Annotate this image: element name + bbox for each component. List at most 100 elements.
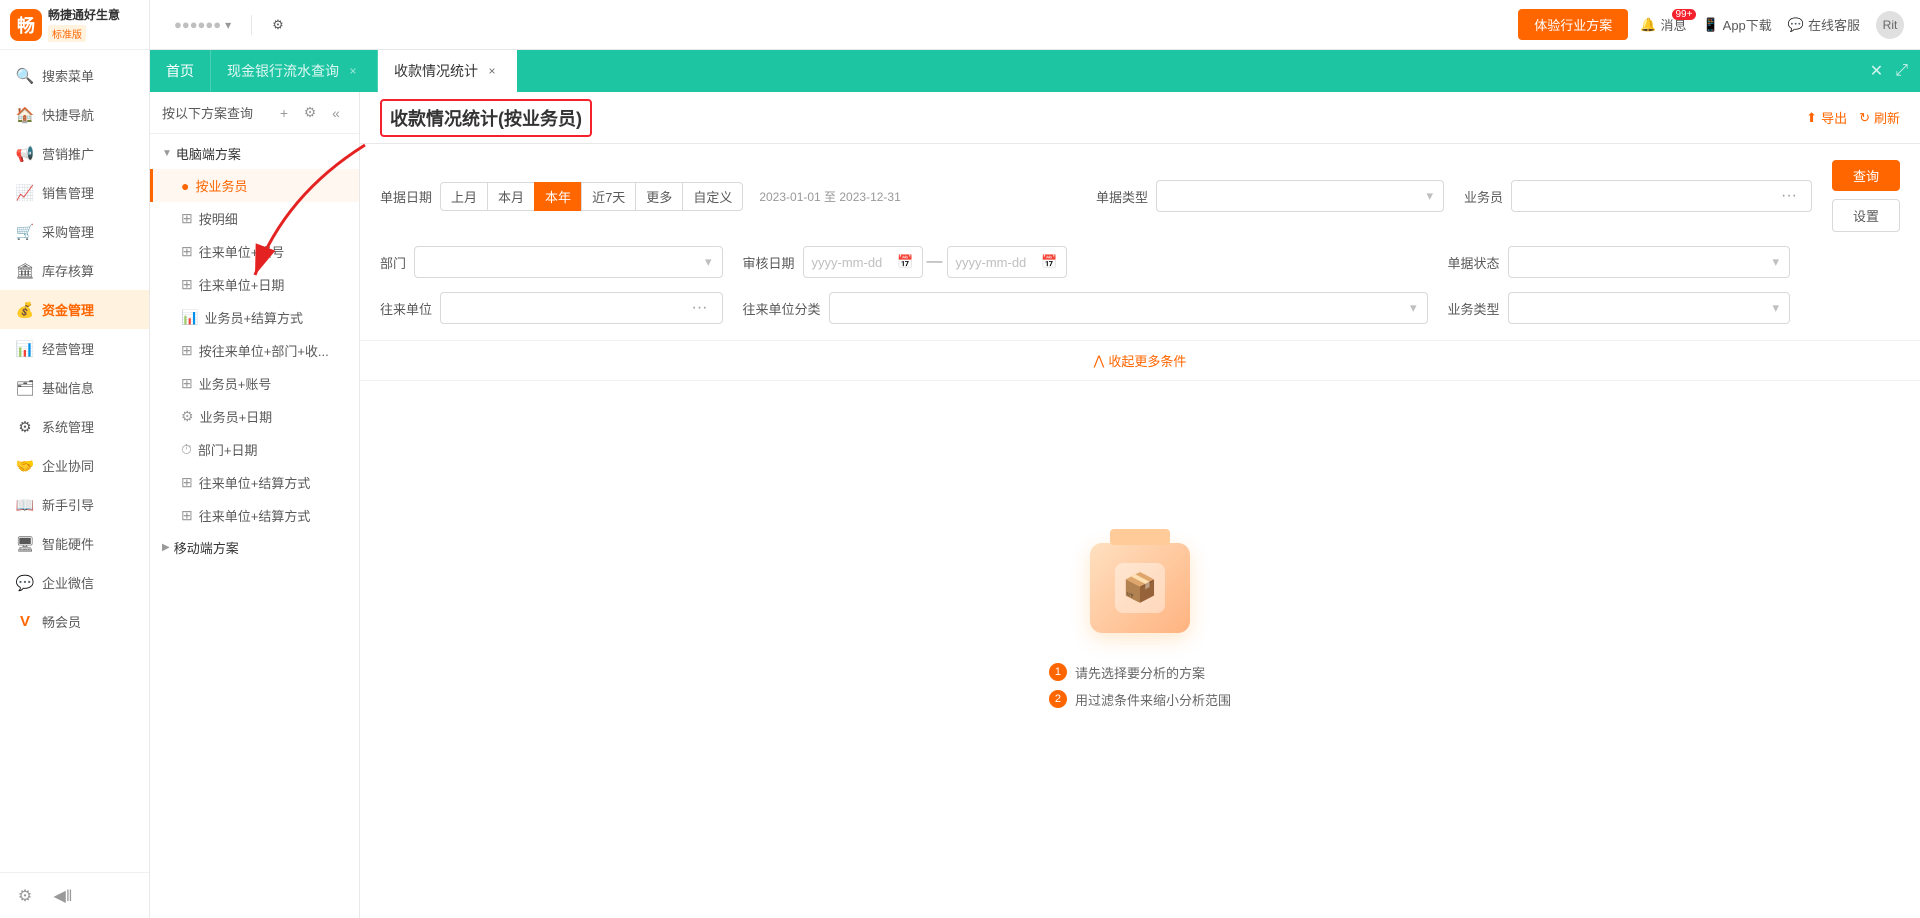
date-filter-group: 单据日期 上月 本月 本年 近7天 更多 自定义 2023-01-01 至 20… [380, 182, 1076, 211]
header-right: 🔔 消息 99+ 📱 App下载 💬 在线客服 Rit [1640, 11, 1904, 39]
business-type-select[interactable]: ▾ [1508, 292, 1790, 324]
counterpart-category-filter: 往来单位分类 ▾ [743, 292, 1428, 324]
collapse-bar[interactable]: ⋀ 收起更多条件 [360, 341, 1920, 381]
sidebar-item-inventory[interactable]: 🏛 库存核算 [0, 251, 149, 290]
trial-button[interactable]: 体验行业方案 [1518, 9, 1628, 40]
scheme-item-salesman-settle[interactable]: 📊 业务员+结算方式 [150, 301, 359, 334]
settings-footer-button[interactable]: ⚙ [10, 881, 40, 911]
scheme-item-dept-date[interactable]: ⏱ 部门+日期 [150, 433, 359, 466]
audit-date-start[interactable]: yyyy-mm-dd 📅 [803, 246, 923, 278]
app-download-button[interactable]: 📱 App下载 [1702, 15, 1771, 34]
doc-status-select[interactable]: ▾ [1508, 246, 1790, 278]
tab-close-receivables[interactable]: × [484, 63, 500, 79]
header-nav-title[interactable]: ●●●●●● ▾ [166, 13, 239, 36]
counterpart-category-select[interactable]: ▾ [829, 292, 1428, 324]
sidebar-item-business[interactable]: 📊 经营管理 [0, 329, 149, 368]
calendar-icon: 📅 [897, 254, 913, 270]
date-tab-last-month[interactable]: 上月 [440, 182, 487, 211]
scheme-item-by-salesman[interactable]: ● 按业务员 [150, 169, 359, 202]
sidebar-item-basic[interactable]: 🗂 基础信息 [0, 368, 149, 407]
sidebar-item-sales[interactable]: 📈 销售管理 [0, 173, 149, 212]
scheme-group-desktop-header[interactable]: ▼ 电脑端方案 [150, 138, 359, 169]
download-icon: 📱 [1702, 17, 1718, 33]
doc-status-filter: 单据状态 ▾ [1448, 246, 1791, 278]
scheme-item-unit-settle2[interactable]: ⊞ 往来单位+结算方式 [150, 499, 359, 532]
scheme-icon-sd: ⚙ [181, 408, 194, 425]
sidebar-item-system[interactable]: ⚙ 系统管理 [0, 407, 149, 446]
audit-date-filter: 审核日期 yyyy-mm-dd 📅 — yyyy-mm-dd 📅 [743, 246, 1428, 278]
sidebar-item-wechat[interactable]: 💬 企业微信 [0, 563, 149, 602]
sidebar-item-guide[interactable]: 📖 新手引导 [0, 485, 149, 524]
gear-icon: ⚙ [272, 17, 284, 33]
dept-filter: 部门 ▾ [380, 246, 723, 278]
content-area: 按以下方案查询 + ⚙ « ▼ 电脑端方案 ● 按业务员 [150, 92, 1920, 918]
export-button[interactable]: ⬆ 导出 [1806, 108, 1847, 127]
doc-type-select[interactable]: ▾ [1156, 180, 1444, 212]
collapse-scheme-button[interactable]: « [325, 102, 347, 124]
bt-dropdown-icon: ▾ [1772, 300, 1779, 316]
sidebar-item-quick-nav[interactable]: 🏠 快捷导航 [0, 95, 149, 134]
online-service-button[interactable]: 💬 在线客服 [1788, 15, 1860, 34]
scheme-group-mobile: ▶ 移动端方案 [150, 532, 359, 563]
search-menu-icon: 🔍 [16, 67, 34, 85]
sidebar-item-purchase[interactable]: 🛒 采购管理 [0, 212, 149, 251]
doc-type-filter: 单据类型 ▾ [1096, 180, 1444, 212]
scheme-settings-button[interactable]: ⚙ [299, 102, 321, 124]
scheme-group-mobile-header[interactable]: ▶ 移动端方案 [150, 532, 359, 563]
set-button[interactable]: 设置 [1832, 199, 1900, 232]
empty-illustration: 📦 [1070, 523, 1210, 653]
scheme-panel-header: 按以下方案查询 + ⚙ « [150, 92, 359, 134]
sidebar-item-marketing[interactable]: 📢 营销推广 [0, 134, 149, 173]
close-tab-action[interactable]: ✕ [1866, 57, 1887, 85]
main-content: 收款情况统计(按业务员) ⬆ 导出 ↻ 刷新 [360, 92, 1920, 918]
scheme-group-desktop: ▼ 电脑端方案 ● 按业务员 ⊞ 按明细 ⊞ 往来单位+账号 [150, 138, 359, 532]
page-title: 收款情况统计(按业务员) [380, 99, 592, 137]
salesman-select[interactable]: ··· [1511, 180, 1812, 212]
sidebar-item-hardware[interactable]: 🖥 智能硬件 [0, 524, 149, 563]
tab-receivables-stats[interactable]: 收款情况统计 × [378, 50, 517, 92]
query-button[interactable]: 查询 [1832, 160, 1900, 191]
filter-area: 单据日期 上月 本月 本年 近7天 更多 自定义 2023-01-01 至 20… [360, 144, 1920, 341]
counterpart-select[interactable]: ··· [440, 292, 722, 324]
date-tab-7days[interactable]: 近7天 [581, 182, 635, 211]
tab-close-bank-flow[interactable]: × [345, 63, 361, 79]
page-header: 收款情况统计(按业务员) ⬆ 导出 ↻ 刷新 [360, 92, 1920, 144]
tab-bank-flow[interactable]: 现金银行流水查询 × [211, 50, 378, 92]
user-avatar[interactable]: Rit [1876, 11, 1904, 39]
scheme-item-salesman-account[interactable]: ⊞ 业务员+账号 [150, 367, 359, 400]
scheme-item-unit-settle1[interactable]: ⊞ 往来单位+结算方式 [150, 466, 359, 499]
step-num-2: 2 [1049, 690, 1067, 708]
scheme-list: ▼ 电脑端方案 ● 按业务员 ⊞ 按明细 ⊞ 往来单位+账号 [150, 134, 359, 918]
sidebar-item-finance[interactable]: 💰 资金管理 [0, 290, 149, 329]
maximize-tab-action[interactable]: ⤢ [1891, 58, 1912, 84]
collapse-sidebar-button[interactable]: ◀‖ [48, 881, 78, 911]
date-tab-this-month[interactable]: 本月 [487, 182, 534, 211]
scheme-item-unit-date[interactable]: ⊞ 往来单位+日期 [150, 268, 359, 301]
date-tab-custom[interactable]: 自定义 [682, 182, 743, 211]
filter-row-2: 部门 ▾ 审核日期 yyyy-mm-dd 📅 [380, 246, 1900, 278]
logo-text: 畅捷通好生意 标准版 [48, 6, 120, 43]
inventory-icon: 🏛 [16, 262, 34, 280]
scheme-item-unit-dept-recv[interactable]: ⊞ 按往来单位+部门+收... [150, 334, 359, 367]
export-icon: ⬆ [1806, 110, 1817, 126]
scheme-item-unit-account[interactable]: ⊞ 往来单位+账号 [150, 235, 359, 268]
scheme-item-salesman-date[interactable]: ⚙ 业务员+日期 [150, 400, 359, 433]
hardware-icon: 🖥 [16, 535, 34, 553]
refresh-icon: ↻ [1859, 110, 1870, 126]
scheme-item-by-detail[interactable]: ⊞ 按明细 [150, 202, 359, 235]
sidebar-item-enterprise[interactable]: 🤝 企业协同 [0, 446, 149, 485]
main-area: ●●●●●● ▾ ⚙ 体验行业方案 🔔 消息 99+ 📱 App下载 💬 在线客… [150, 0, 1920, 918]
sidebar-item-search-menu[interactable]: 🔍 搜索菜单 [0, 56, 149, 95]
add-scheme-button[interactable]: + [273, 102, 295, 124]
dept-dropdown-icon: ▾ [705, 254, 712, 270]
date-tab-more[interactable]: 更多 [635, 182, 682, 211]
tab-home[interactable]: 首页 [150, 50, 211, 92]
scheme-icon-ua: ⊞ [181, 243, 193, 260]
sidebar-item-member[interactable]: V 畅会员 [0, 602, 149, 641]
settings-nav-item[interactable]: ⚙ [264, 13, 292, 37]
audit-date-end[interactable]: yyyy-mm-dd 📅 [947, 246, 1067, 278]
dept-select[interactable]: ▾ [414, 246, 722, 278]
messages-button[interactable]: 🔔 消息 99+ [1640, 15, 1686, 34]
refresh-button[interactable]: ↻ 刷新 [1859, 108, 1900, 127]
date-tab-this-year[interactable]: 本年 [534, 182, 581, 211]
